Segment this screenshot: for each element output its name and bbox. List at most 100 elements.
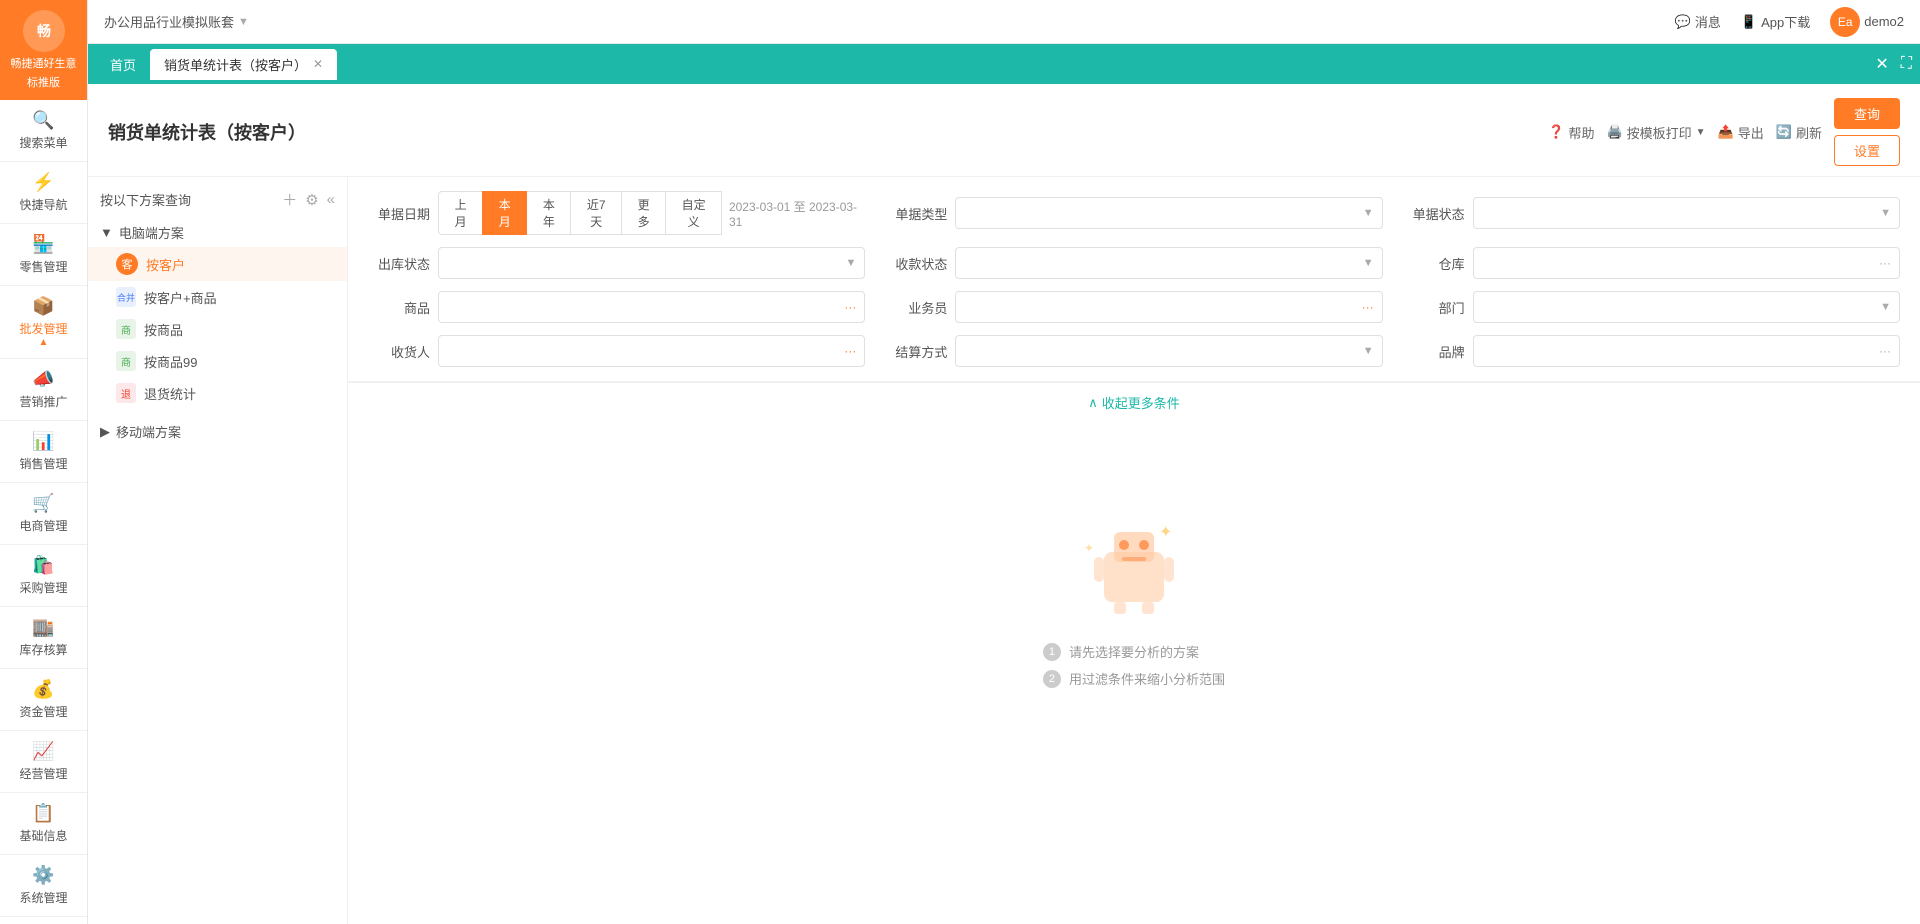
page-actions: ❓ 帮助 🖨️ 按模板打印 ▼ 📤 导出 🔄 刷新 bbox=[1548, 98, 1900, 166]
doc-type-select[interactable]: ▼ bbox=[955, 197, 1382, 229]
dept-select[interactable]: ▼ bbox=[1473, 291, 1900, 323]
empty-state: ✦ ✦ 1 请先选择要分析的方案 2 用过滤条件来缩小分析范围 bbox=[348, 422, 1920, 768]
out-status-select[interactable]: ▼ bbox=[438, 247, 865, 279]
brand-label: 品牌 bbox=[1403, 342, 1473, 361]
plan-by-customer[interactable]: 客 按客户 bbox=[88, 247, 347, 281]
doc-status-select[interactable]: ▼ bbox=[1473, 197, 1900, 229]
mobile-group-label: 移动端方案 bbox=[116, 422, 181, 441]
date-btn-last-month[interactable]: 上月 bbox=[438, 191, 483, 235]
filter-brand: 品牌 ··· bbox=[1403, 335, 1900, 367]
plan-by-product99[interactable]: 商 按商品99 bbox=[88, 345, 347, 377]
tip-num-1: 1 bbox=[1043, 643, 1061, 661]
settle-method-label: 结算方式 bbox=[885, 342, 955, 361]
topbar-right: 💬 消息 📱 App下载 Ea demo2 bbox=[1675, 7, 1904, 37]
empty-tip-1: 1 请先选择要分析的方案 bbox=[1043, 642, 1225, 661]
filter-date: 单据日期 上月 本月 本年 近7天 更多 自定义 2023-03-01 至 20… bbox=[368, 191, 865, 235]
sidebar-logo[interactable]: 畅 畅捷通好生意 标推版 bbox=[0, 0, 88, 100]
help-label: 帮助 bbox=[1568, 123, 1594, 142]
left-panel-header: 按以下方案查询 ＋ ⚙ « bbox=[88, 189, 347, 218]
desktop-group-label: 电脑端方案 bbox=[119, 223, 184, 242]
refresh-button[interactable]: 🔄 刷新 bbox=[1776, 123, 1822, 142]
sidebar-item-wholesale[interactable]: 📦 批发管理 ▲ bbox=[0, 286, 87, 359]
settings-button[interactable]: 设置 bbox=[1834, 135, 1900, 166]
sales-icon: 📊 bbox=[32, 431, 54, 452]
sidebar-item-finance[interactable]: 💰 资金管理 bbox=[0, 669, 87, 731]
product-dots-icon: ··· bbox=[844, 300, 856, 314]
sidebar-item-ecommerce[interactable]: 🛒 电商管理 bbox=[0, 483, 87, 545]
sidebar-item-basic[interactable]: 📋 基础信息 bbox=[0, 793, 87, 855]
purchase-icon: 🛍️ bbox=[32, 555, 54, 576]
tab-close-window-btn[interactable]: ✕ bbox=[1875, 54, 1888, 74]
add-plan-icon[interactable]: ＋ bbox=[282, 189, 297, 210]
sidebar-item-system-label: 系统管理 bbox=[19, 889, 67, 906]
template-print-button[interactable]: 🖨️ 按模板打印 ▼ bbox=[1606, 123, 1705, 142]
plan-by-product[interactable]: 商 按商品 bbox=[88, 313, 347, 345]
date-label: 单据日期 bbox=[368, 204, 438, 223]
sidebar-item-purchase[interactable]: 🛍️ 采购管理 bbox=[0, 545, 87, 607]
settle-method-select[interactable]: ▼ bbox=[955, 335, 1382, 367]
wholesale-icon: 📦 bbox=[32, 296, 54, 317]
warehouse-label: 仓库 bbox=[1403, 254, 1473, 273]
filter-area: 单据日期 上月 本月 本年 近7天 更多 自定义 2023-03-01 至 20… bbox=[348, 177, 1920, 382]
refresh-icon: 🔄 bbox=[1776, 124, 1792, 140]
brand-control[interactable]: ··· bbox=[1473, 335, 1900, 367]
salesman-label: 业务员 bbox=[885, 298, 955, 317]
sidebar-item-search[interactable]: 🔍 搜索菜单 bbox=[0, 100, 87, 162]
sidebar: 畅 畅捷通好生意 标推版 🔍 搜索菜单 ⚡ 快捷导航 🏪 零售管理 📦 批发管理… bbox=[0, 0, 88, 924]
refresh-label: 刷新 bbox=[1796, 123, 1822, 142]
sidebar-item-system[interactable]: ⚙️ 系统管理 bbox=[0, 855, 87, 917]
date-btn-custom[interactable]: 自定义 bbox=[665, 191, 722, 235]
settings-plan-icon[interactable]: ⚙ bbox=[305, 191, 318, 209]
date-btn-this-year[interactable]: 本年 bbox=[526, 191, 571, 235]
company-dropdown-icon: ▼ bbox=[238, 16, 249, 28]
filter-doc-status: 单据状态 ▼ bbox=[1403, 197, 1900, 229]
sidebar-item-search-label: 搜索菜单 bbox=[19, 134, 67, 151]
plan-return-stats[interactable]: 退 退货统计 bbox=[88, 377, 347, 409]
company-selector[interactable]: 办公用品行业模拟账套 ▼ bbox=[104, 12, 249, 31]
by-product-icon: 商 bbox=[116, 319, 136, 339]
sidebar-item-retail[interactable]: 🏪 零售管理 bbox=[0, 224, 87, 286]
template-print-label: 按模板打印 bbox=[1627, 123, 1692, 142]
date-btn-this-month[interactable]: 本月 bbox=[482, 191, 527, 235]
page-header: 销货单统计表（按客户） ❓ 帮助 🖨️ 按模板打印 ▼ 📤 导出 bbox=[88, 84, 1920, 177]
date-btn-more[interactable]: 更多 bbox=[621, 191, 666, 235]
sidebar-item-inventory-label: 库存核算 bbox=[19, 641, 67, 658]
receive-status-select[interactable]: ▼ bbox=[955, 247, 1382, 279]
tab-maximize-btn[interactable]: ⛶ bbox=[1901, 55, 1912, 73]
desktop-group-title[interactable]: ▼ 电脑端方案 bbox=[88, 218, 347, 247]
tab-sales-stats[interactable]: 销货单统计表（按客户） ✕ bbox=[150, 49, 337, 80]
tab-home[interactable]: 首页 bbox=[96, 49, 150, 80]
sidebar-item-marketing[interactable]: 📣 营销推广 bbox=[0, 359, 87, 421]
help-button[interactable]: ❓ 帮助 bbox=[1548, 123, 1594, 142]
mobile-group-title[interactable]: ▶ 移动端方案 bbox=[88, 417, 347, 446]
warehouse-control[interactable]: ··· bbox=[1473, 247, 1900, 279]
salesman-control[interactable]: ··· bbox=[955, 291, 1382, 323]
receiver-control[interactable]: ··· bbox=[438, 335, 865, 367]
filter-product: 商品 ··· bbox=[368, 291, 865, 323]
query-button[interactable]: 查询 bbox=[1834, 98, 1900, 129]
collapse-bar[interactable]: ∧ 收起更多条件 bbox=[348, 382, 1920, 422]
system-icon: ⚙️ bbox=[32, 865, 54, 886]
sidebar-item-quicknav[interactable]: ⚡ 快捷导航 bbox=[0, 162, 87, 224]
product-control[interactable]: ··· bbox=[438, 291, 865, 323]
sidebar-item-operation[interactable]: 📈 经营管理 bbox=[0, 731, 87, 793]
export-button[interactable]: 📤 导出 bbox=[1718, 123, 1764, 142]
sidebar-item-inventory[interactable]: 🏬 库存核算 bbox=[0, 607, 87, 669]
tab-close-icon[interactable]: ✕ bbox=[313, 57, 323, 71]
desktop-expand-icon: ▼ bbox=[100, 225, 113, 240]
by-product99-label: 按商品99 bbox=[144, 352, 197, 371]
app-download-button[interactable]: 📱 App下载 bbox=[1741, 12, 1810, 31]
user-profile[interactable]: Ea demo2 bbox=[1830, 7, 1904, 37]
message-button[interactable]: 💬 消息 bbox=[1675, 12, 1721, 31]
collapse-panel-icon[interactable]: « bbox=[327, 191, 335, 208]
sidebar-item-wholesale-label: 批发管理 bbox=[19, 320, 67, 337]
date-filter-buttons: 上月 本月 本年 近7天 更多 自定义 2023-03-01 至 2023-03… bbox=[438, 191, 865, 235]
sidebar-item-sales[interactable]: 📊 销售管理 bbox=[0, 421, 87, 483]
date-btn-7days[interactable]: 近7天 bbox=[570, 191, 622, 235]
sidebar-item-enterprise[interactable]: 🤝 企业协同 bbox=[0, 917, 87, 924]
plan-by-customer-product[interactable]: 合并 按客户+商品 bbox=[88, 281, 347, 313]
receive-status-label: 收款状态 bbox=[885, 254, 955, 273]
filter-row-2: 出库状态 ▼ 收款状态 ▼ bbox=[368, 247, 1900, 279]
empty-tips: 1 请先选择要分析的方案 2 用过滤条件来缩小分析范围 bbox=[1043, 642, 1225, 688]
tabbar: 首页 销货单统计表（按客户） ✕ ✕ ⛶ bbox=[88, 44, 1920, 84]
